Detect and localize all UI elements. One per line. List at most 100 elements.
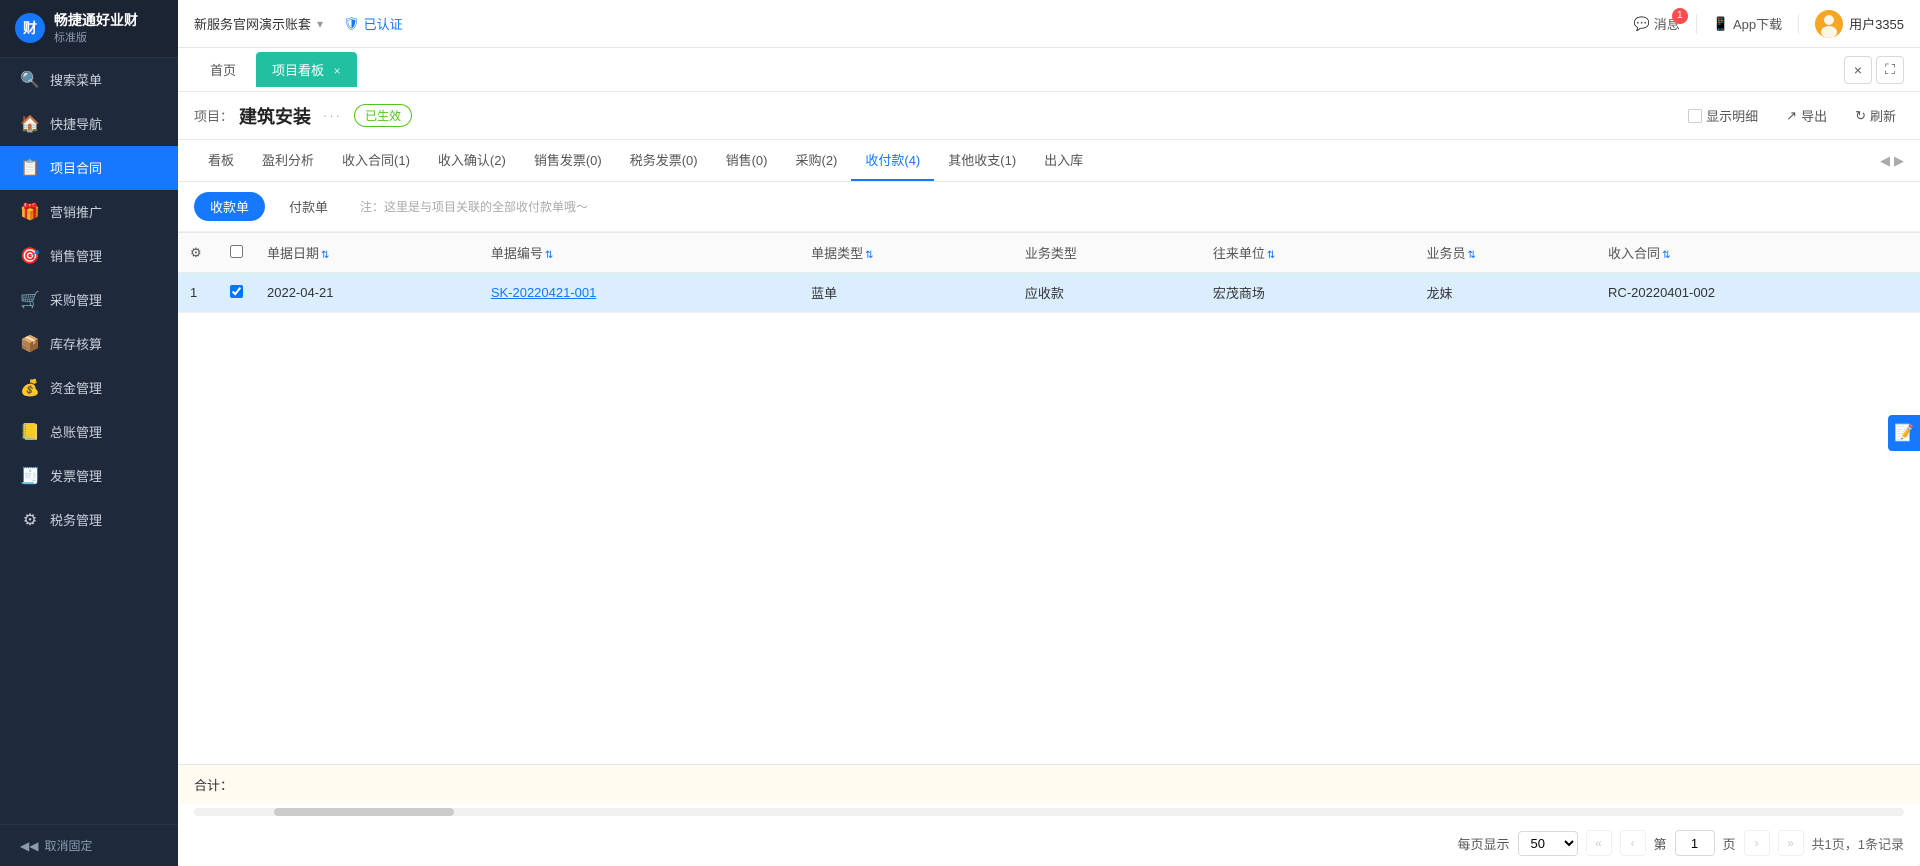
table-row[interactable]: 1 2022-04-21 SK-20220421-001 蓝单 应收款 宏茂商场… [178, 273, 1920, 313]
sub-tab-income-confirm[interactable]: 收入确认(2) [424, 140, 520, 181]
column-date[interactable]: 单据日期⇅ [255, 233, 479, 273]
user-menu[interactable]: 用户3355 [1815, 10, 1904, 38]
sub-tab-sales-invoice[interactable]: 销售发票(0) [520, 140, 616, 181]
row-biz-type: 应收款 [1013, 273, 1201, 313]
purchase-mgmt-icon: 🛒 [20, 290, 40, 310]
certified-label: 已认证 [364, 14, 403, 33]
page-number-input[interactable] [1675, 830, 1715, 856]
sidebar-item-sales-mgmt[interactable]: 🎯 销售管理 [0, 234, 178, 278]
sidebar-item-marketing[interactable]: 🎁 营销推广 [0, 190, 178, 234]
pagination: 每页显示 50 100 200 « ‹ 第 页 › » 共1页，1条记录 [178, 820, 1920, 866]
column-income-contract[interactable]: 收入合同⇅ [1596, 233, 1920, 273]
column-settings[interactable]: ⚙ [178, 233, 218, 273]
tax-mgmt-icon: ⚙ [20, 510, 40, 530]
receipts-tab-button[interactable]: 收款单 [194, 192, 265, 221]
row-checkbox[interactable] [230, 285, 243, 298]
tab-project-board[interactable]: 项目看板 × [256, 52, 357, 87]
export-label: 导出 [1801, 106, 1827, 125]
table-body: 1 2022-04-21 SK-20220421-001 蓝单 应收款 宏茂商场… [178, 273, 1920, 313]
sub-tab-inventory[interactable]: 出入库 [1030, 140, 1097, 181]
doc-number-link[interactable]: SK-20220421-001 [491, 285, 597, 300]
horizontal-scrollbar[interactable] [178, 804, 1920, 820]
window-maximize-button[interactable]: ⛶ [1876, 56, 1904, 84]
content-panel: 收款单 付款单 注：这里是与项目关联的全部收付款单哦～ ⚙ 单据日期⇅ [178, 182, 1920, 866]
project-contract-icon: 📋 [20, 158, 40, 178]
shield-icon: 🛡 [343, 16, 360, 32]
prev-page-button[interactable]: ‹ [1620, 830, 1646, 856]
show-detail-checkbox[interactable] [1688, 109, 1702, 123]
sort-salesperson-icon: ⇅ [1468, 250, 1476, 261]
page-suffix-label: 页 [1723, 834, 1736, 853]
sidebar-item-fund-mgmt[interactable]: 💰 资金管理 [0, 366, 178, 410]
scroll-right-icon[interactable]: ▶ [1894, 153, 1904, 169]
window-close-button[interactable]: × [1844, 56, 1872, 84]
sub-tab-purchase[interactable]: 采购(2) [781, 140, 851, 181]
topbar-project-selector[interactable]: 新服务官网演示账套 ▾ [194, 14, 323, 33]
svg-text:财: 财 [22, 20, 37, 36]
scrollbar-track[interactable] [194, 808, 1904, 816]
sub-tabs-scroll-arrows[interactable]: ◀ ▶ [1880, 153, 1904, 169]
sort-date-icon: ⇅ [321, 250, 329, 261]
page-title-label: 项目： [194, 106, 233, 125]
message-button[interactable]: 💬 消息 1 [1634, 14, 1680, 33]
sidebar-footer[interactable]: ◀◀ 取消固定 [0, 824, 178, 866]
sidebar-item-purchase-mgmt[interactable]: 🛒 采购管理 [0, 278, 178, 322]
sub-tabs: 看板盈利分析收入合同(1)收入确认(2)销售发票(0)税务发票(0)销售(0)采… [178, 140, 1920, 182]
tabbar: 首页 项目看板 × × ⛶ [178, 48, 1920, 92]
table-footer: 合计： [178, 764, 1920, 804]
column-type[interactable]: 单据类型⇅ [799, 233, 1013, 273]
sidebar: 财 畅捷通好业财 标准版 🔍 搜索菜单 🏠 快捷导航 📋 项目合同 🎁 营销推广… [0, 0, 178, 866]
ledger-mgmt-icon: 📒 [20, 422, 40, 442]
sidebar-item-project-contract[interactable]: 📋 项目合同 [0, 146, 178, 190]
export-button[interactable]: ↗ 导出 [1778, 102, 1835, 129]
message-badge: 1 [1672, 8, 1688, 24]
last-page-button[interactable]: » [1778, 830, 1804, 856]
scrollbar-thumb[interactable] [274, 808, 454, 816]
status-badge: 已生效 [354, 104, 412, 127]
page-header: 项目： 建筑安装 ··· 已生效 显示明细 ↗ 导出 ↻ 刷新 [178, 92, 1920, 140]
user-label: 用户3355 [1849, 14, 1904, 33]
first-page-button[interactable]: « [1586, 830, 1612, 856]
sub-tab-kanban[interactable]: 看板 [194, 140, 248, 181]
sort-type-icon: ⇅ [865, 250, 873, 261]
row-income-contract: RC-20220401-002 [1596, 273, 1920, 313]
select-all-checkbox[interactable] [230, 245, 243, 258]
app-download-button[interactable]: 📱 App下载 [1713, 14, 1782, 33]
column-number[interactable]: 单据编号⇅ [479, 233, 799, 273]
column-checkbox[interactable] [218, 233, 255, 273]
topbar-project-name: 新服务官网演示账套 [194, 14, 311, 33]
per-page-select[interactable]: 50 100 200 [1518, 831, 1578, 856]
show-detail-button[interactable]: 显示明细 [1680, 102, 1766, 129]
sub-tab-receipts[interactable]: 收付款(4) [851, 140, 934, 181]
tab-close-icon[interactable]: × [334, 64, 341, 78]
sub-tab-income-contract[interactable]: 收入合同(1) [328, 140, 424, 181]
payments-tab-button[interactable]: 付款单 [273, 192, 344, 221]
secondary-tab-note: 注：这里是与项目关联的全部收付款单哦～ [360, 198, 588, 215]
sidebar-item-ledger-mgmt[interactable]: 📒 总账管理 [0, 410, 178, 454]
main-area: 新服务官网演示账套 ▾ 🛡 已认证 💬 消息 1 📱 App下载 [178, 0, 1920, 866]
row-type: 蓝单 [799, 273, 1013, 313]
sub-tab-tax-invoice[interactable]: 税务发票(0) [616, 140, 712, 181]
more-options-button[interactable]: ··· [323, 108, 342, 123]
sub-tab-sales[interactable]: 销售(0) [712, 140, 782, 181]
sub-tab-profit[interactable]: 盈利分析 [248, 140, 328, 181]
app-version: 标准版 [54, 29, 138, 45]
sidebar-item-invoice-mgmt[interactable]: 🧾 发票管理 [0, 454, 178, 498]
tab-home[interactable]: 首页 [194, 52, 252, 87]
row-number-link[interactable]: SK-20220421-001 [479, 273, 799, 313]
sidebar-item-tax-mgmt[interactable]: ⚙ 税务管理 [0, 498, 178, 542]
sidebar-item-label-marketing: 营销推广 [50, 202, 102, 221]
sub-tab-other-expense[interactable]: 其他收支(1) [934, 140, 1030, 181]
column-salesperson[interactable]: 业务员⇅ [1415, 233, 1597, 273]
column-partner[interactable]: 往来单位⇅ [1201, 233, 1415, 273]
note-side-button[interactable]: 📝 [1888, 415, 1920, 451]
row-checkbox-cell[interactable] [218, 273, 255, 313]
next-page-button[interactable]: › [1744, 830, 1770, 856]
sidebar-item-search[interactable]: 🔍 搜索菜单 [0, 58, 178, 102]
column-biz-type: 业务类型 [1013, 233, 1201, 273]
sidebar-item-quick-nav[interactable]: 🏠 快捷导航 [0, 102, 178, 146]
sidebar-item-inventory-mgmt[interactable]: 📦 库存核算 [0, 322, 178, 366]
data-table-wrap: ⚙ 单据日期⇅ 单据编号⇅ 单据类型⇅ 业务类型 [178, 232, 1920, 764]
refresh-button[interactable]: ↻ 刷新 [1847, 102, 1904, 129]
scroll-left-icon[interactable]: ◀ [1880, 153, 1890, 169]
